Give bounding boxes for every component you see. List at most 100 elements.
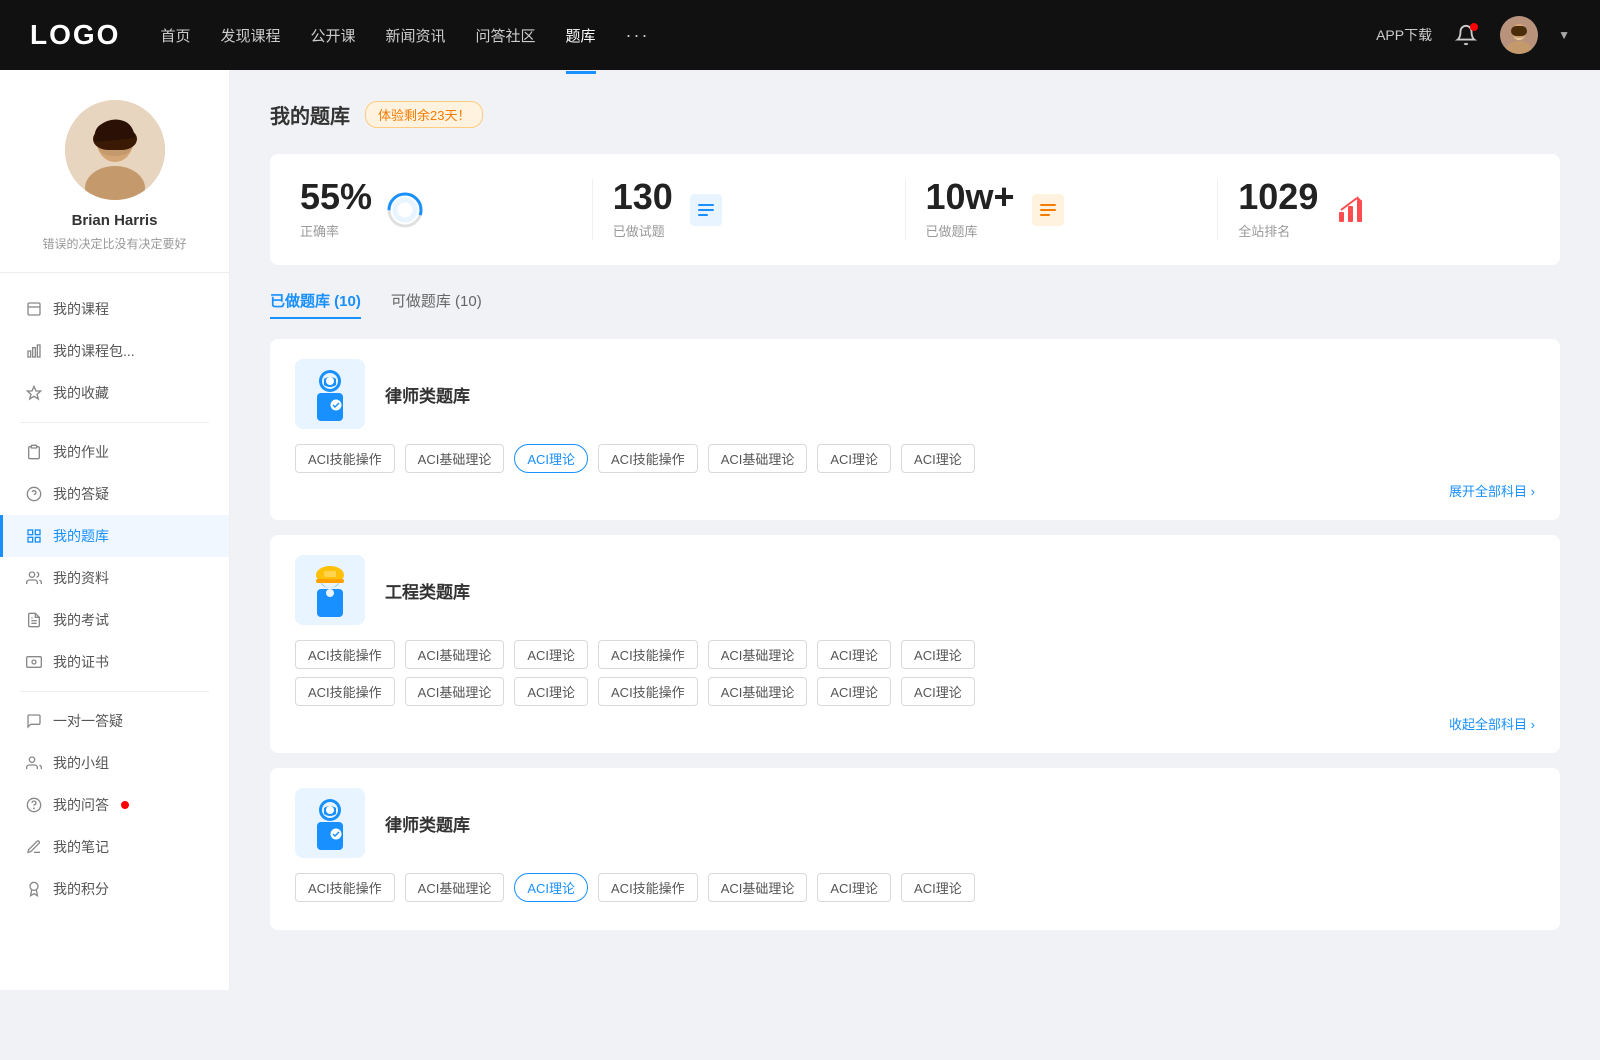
nav-more[interactable]: ··· [626,25,650,46]
tag[interactable]: ACI理论 [817,444,891,473]
nav-qa[interactable]: 问答社区 [476,21,536,50]
bank-title: 律师类题库 [385,382,470,407]
sidebar-item-certificate[interactable]: 我的证书 [0,641,229,683]
collapse-link[interactable]: 收起全部科目 › [295,714,1535,733]
tag-active[interactable]: ACI理论 [514,873,588,902]
lawyer-icon [295,359,365,429]
tab-done-banks[interactable]: 已做题库 (10) [270,290,361,319]
bar-chart-icon [25,342,43,360]
navbar: LOGO 首页 发现课程 公开课 新闻资讯 问答社区 题库 ··· APP下载 [0,0,1600,70]
sidebar-item-question-bank[interactable]: 我的题库 [0,515,229,557]
profile-section: Brian Harris 错误的决定比没有决定要好 [0,100,229,273]
engineer-icon [295,555,365,625]
sidebar-label: 我的课程包... [53,341,135,361]
profile-avatar [65,100,165,200]
tag[interactable]: ACI技能操作 [295,677,395,706]
nav-questions[interactable]: 题库 [566,21,596,50]
tag[interactable]: ACI基础理论 [708,444,808,473]
sidebar-item-my-courses[interactable]: 我的课程 [0,288,229,330]
sidebar-divider-2 [20,691,209,692]
list-blue-icon [688,192,724,228]
stat-value: 130 [613,179,673,215]
tag-active[interactable]: ACI理论 [514,444,588,473]
tag[interactable]: ACI理论 [514,640,588,669]
tag[interactable]: ACI技能操作 [295,640,395,669]
nav-open-course[interactable]: 公开课 [310,21,355,50]
sidebar-menu: 我的课程 我的课程包... 我的收藏 我的作业 [0,288,229,910]
tag[interactable]: ACI技能操作 [295,873,395,902]
bank-card-header: 工程类题库 [295,555,1535,625]
tag[interactable]: ACI基础理论 [405,640,505,669]
user-avatar[interactable] [1500,16,1538,54]
tabs-row: 已做题库 (10) 可做题库 (10) [270,290,1560,319]
sidebar-item-homework[interactable]: 我的作业 [0,431,229,473]
nav-discover[interactable]: 发现课程 [220,21,280,50]
tab-available-banks[interactable]: 可做题库 (10) [391,290,482,319]
file-text-icon [25,611,43,629]
sidebar-item-course-package[interactable]: 我的课程包... [0,330,229,372]
stat-questions-done: 130 已做试题 [593,179,906,240]
pencil-icon [25,838,43,856]
tag[interactable]: ACI基础理论 [708,640,808,669]
tag[interactable]: ACI理论 [817,640,891,669]
tag[interactable]: ACI技能操作 [598,873,698,902]
file-icon [25,300,43,318]
tag[interactable]: ACI理论 [901,640,975,669]
tag[interactable]: ACI理论 [901,873,975,902]
tag[interactable]: ACI技能操作 [598,444,698,473]
chat-icon [25,712,43,730]
lawyer-icon-2 [295,788,365,858]
sidebar-item-my-qa[interactable]: 我的答疑 [0,473,229,515]
navbar-right: APP下载 ▼ [1376,16,1570,54]
stat-label: 正确率 [300,221,372,240]
stat-ranking-text: 1029 全站排名 [1238,179,1318,240]
sidebar-item-profile[interactable]: 我的资料 [0,557,229,599]
sidebar-item-one-on-one[interactable]: 一对一答疑 [0,700,229,742]
bar-up-icon [1333,192,1369,228]
nav-news[interactable]: 新闻资讯 [386,21,446,50]
qa-notification-dot [121,801,129,809]
tag[interactable]: ACI基础理论 [405,677,505,706]
page-header: 我的题库 体验剩余23天！ [270,100,1560,129]
tag[interactable]: ACI技能操作 [598,640,698,669]
user-menu-chevron[interactable]: ▼ [1558,28,1570,42]
tag[interactable]: ACI理论 [901,444,975,473]
app-download-link[interactable]: APP下载 [1376,25,1432,45]
sidebar-label: 我的课程 [53,299,109,319]
tag[interactable]: ACI理论 [901,677,975,706]
stat-questions-done-text: 130 已做试题 [613,179,673,240]
tag[interactable]: ACI基础理论 [405,873,505,902]
stat-value: 10w+ [926,179,1015,215]
sidebar-label: 我的收藏 [53,383,109,403]
tag[interactable]: ACI技能操作 [295,444,395,473]
tag[interactable]: ACI基础理论 [708,677,808,706]
sidebar-item-favorites[interactable]: 我的收藏 [0,372,229,414]
nav-menu: 首页 发现课程 公开课 新闻资讯 问答社区 题库 ··· [160,21,1376,50]
sidebar-item-questions[interactable]: 我的问答 [0,784,229,826]
sidebar-item-group[interactable]: 我的小组 [0,742,229,784]
tags-row-2b: ACI技能操作 ACI基础理论 ACI理论 ACI技能操作 ACI基础理论 AC… [295,677,1535,706]
sidebar-item-points[interactable]: 我的积分 [0,868,229,910]
grid-icon [25,527,43,545]
tag[interactable]: ACI理论 [817,873,891,902]
notification-bell[interactable] [1452,21,1480,49]
tag[interactable]: ACI基础理论 [405,444,505,473]
profile-motto: 错误的决定比没有决定要好 [42,235,186,252]
sidebar-label: 我的答疑 [53,484,109,504]
sidebar-label: 我的证书 [53,652,109,672]
tag[interactable]: ACI理论 [514,677,588,706]
tags-row-2a: ACI技能操作 ACI基础理论 ACI理论 ACI技能操作 ACI基础理论 AC… [295,640,1535,669]
tag[interactable]: ACI理论 [817,677,891,706]
sidebar-item-exam[interactable]: 我的考试 [0,599,229,641]
sidebar-label: 我的考试 [53,610,109,630]
tag[interactable]: ACI技能操作 [598,677,698,706]
sidebar-divider-1 [20,422,209,423]
question-mark-icon [25,796,43,814]
tags-row-1: ACI技能操作 ACI基础理论 ACI理论 ACI技能操作 ACI基础理论 AC… [295,444,1535,473]
logo[interactable]: LOGO [30,19,120,51]
tag[interactable]: ACI基础理论 [708,873,808,902]
nav-home[interactable]: 首页 [160,21,190,50]
sidebar-item-notes[interactable]: 我的笔记 [0,826,229,868]
expand-link-1[interactable]: 展开全部科目 › [295,481,1535,500]
sidebar-label: 我的积分 [53,879,109,899]
